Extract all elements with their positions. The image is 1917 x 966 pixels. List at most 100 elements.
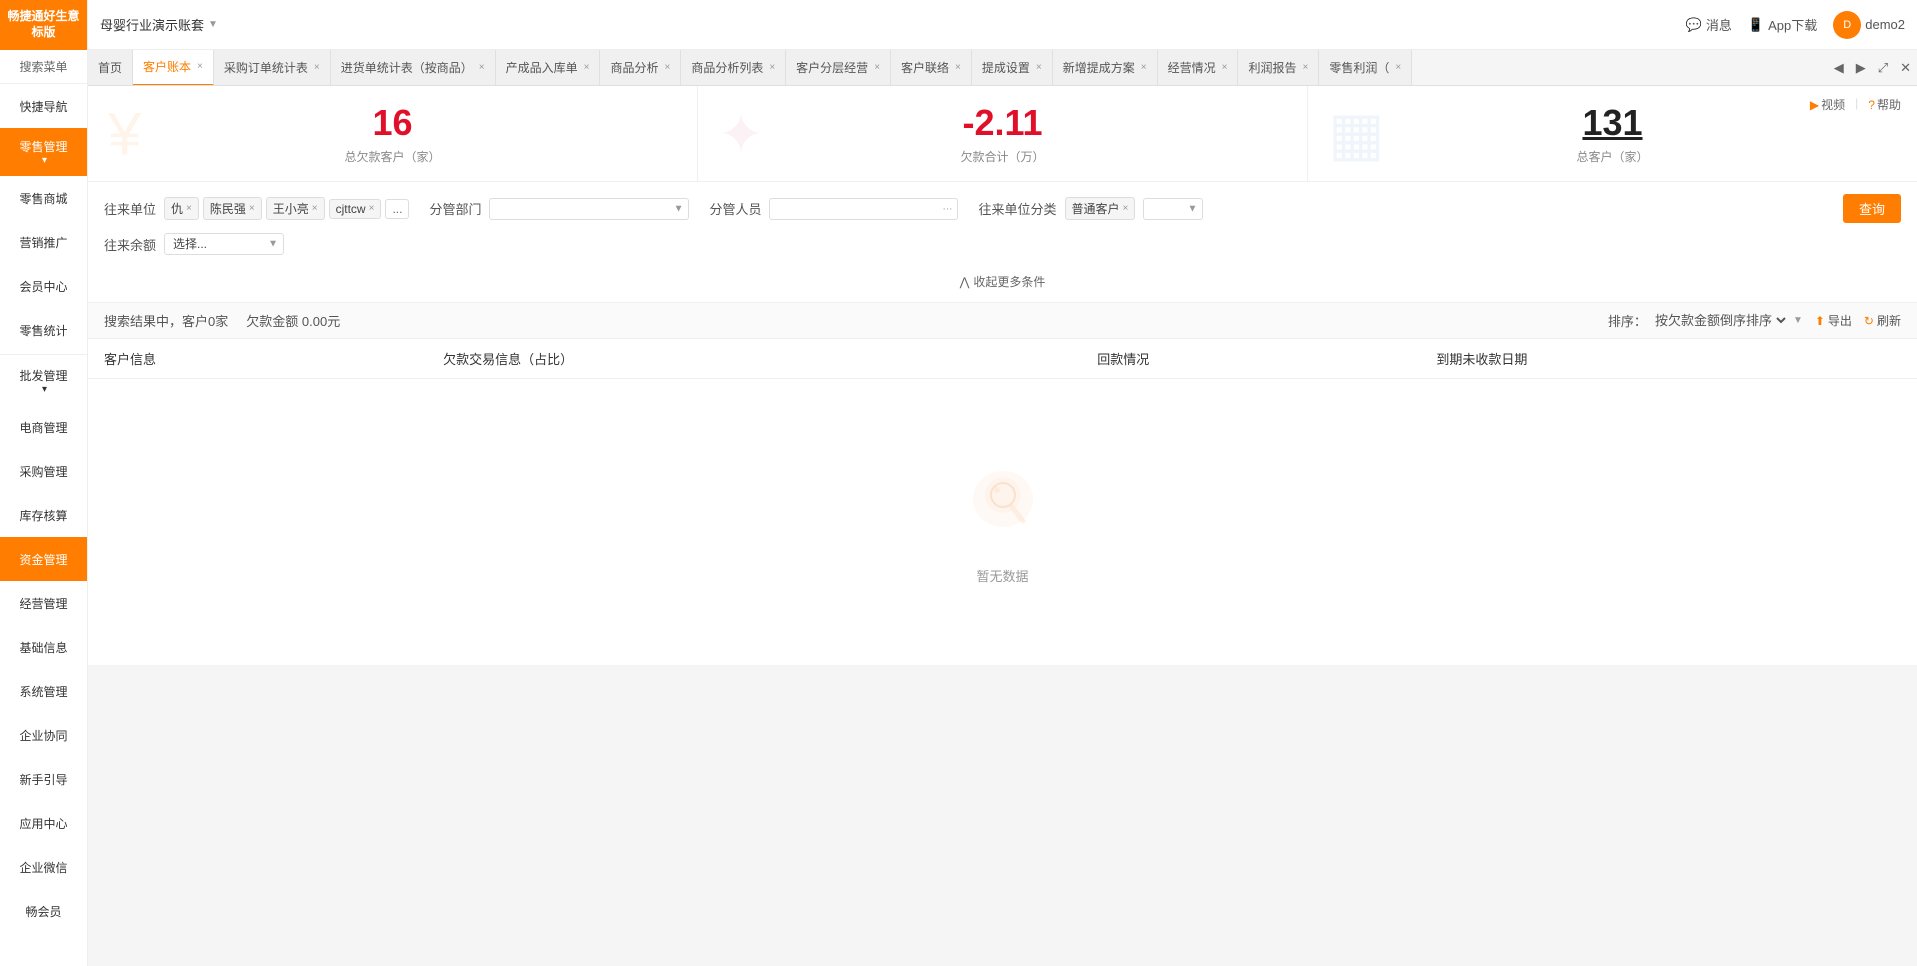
table-header: 客户信息 欠款交易信息（占比） 回款情况 到期未收款日期 (88, 339, 1917, 379)
tab-inbound-stats[interactable]: 进货单统计表（按商品） × (331, 50, 496, 86)
sidebar-item-quick-nav[interactable]: 快捷导航 (0, 84, 87, 128)
tab-customer-book-close[interactable]: × (197, 61, 203, 72)
sort-select[interactable]: 按欠款金额倒序排序 (1651, 312, 1789, 329)
tab-profit-report-close[interactable]: × (1302, 62, 1308, 73)
result-actions: 排序： 按欠款金额倒序排序 ▼ ⬆ 导出 ↻ 刷新 (1608, 311, 1901, 330)
tab-production-inbound[interactable]: 产成品入库单 × (496, 50, 601, 86)
sidebar-item-vip-member[interactable]: 畅会员 (0, 889, 87, 933)
tab-customer-tier-close[interactable]: × (874, 62, 880, 73)
sidebar-item-basic-info[interactable]: 基础信息 (0, 625, 87, 669)
filter-unit-more-btn[interactable]: ... (385, 199, 409, 219)
tab-retail-profit[interactable]: 零售利润（ × (1319, 50, 1412, 86)
sidebar-item-retail-mall[interactable]: 零售商城 (0, 176, 87, 220)
filter-tag-wang-close[interactable]: × (312, 203, 318, 214)
balance-label: 往来余额 (104, 235, 156, 254)
filter-tag-qiu[interactable]: 仇 × (164, 197, 199, 220)
tab-mention-settings-close[interactable]: × (1036, 62, 1042, 73)
sidebar-item-enterprise-coop[interactable]: 企业协同 (0, 713, 87, 757)
sidebar-search-label: 搜索菜单 (19, 60, 67, 74)
tab-prev-btn[interactable]: ◀ (1828, 50, 1850, 86)
result-info: 搜索结果中，客户0家 欠款金额 0.00元 (104, 311, 340, 330)
sidebar-item-ecommerce[interactable]: 电商管理 (0, 405, 87, 449)
message-icon: 💬 (1686, 17, 1702, 33)
message-button[interactable]: 💬 消息 (1686, 15, 1732, 34)
sort-label: 排序： (1608, 311, 1647, 330)
tab-customer-contact[interactable]: 客户联络 × (891, 50, 972, 86)
play-icon: ▶ (1810, 98, 1819, 112)
sidebar-item-wholesale-mgmt[interactable]: 批发管理 ▾ (0, 357, 87, 405)
tab-ops-situation-close[interactable]: × (1222, 62, 1228, 73)
tab-retail-profit-close[interactable]: × (1395, 62, 1401, 73)
tab-product-analysis[interactable]: 商品分析 × (600, 50, 681, 86)
filter-tag-chen[interactable]: 陈民强 × (203, 197, 262, 220)
tab-expand-btn[interactable]: ⤢ (1872, 50, 1894, 86)
sidebar-item-finance[interactable]: 资金管理 (0, 537, 87, 581)
tab-mention-settings[interactable]: 提成设置 × (972, 50, 1053, 86)
table-body: 暂无数据 (88, 379, 1917, 666)
balance-select[interactable]: 选择... (164, 233, 284, 255)
tab-profit-report[interactable]: 利润报告 × (1238, 50, 1319, 86)
filter-unit-tags: 仇 × 陈民强 × 王小亮 × cjttcw × (164, 197, 409, 220)
tab-home[interactable]: 首页 (88, 50, 133, 86)
collapse-btn[interactable]: ⋀ 收起更多条件 (952, 269, 1054, 294)
tab-product-analysis-list[interactable]: 商品分析列表 × (681, 50, 786, 86)
sidebar-item-new-guide[interactable]: 新手引导 (0, 757, 87, 801)
tab-purchase-order-stats[interactable]: 采购订单统计表 × (214, 50, 331, 86)
sidebar-item-system-mgmt[interactable]: 系统管理 (0, 669, 87, 713)
dept-input[interactable] (489, 198, 689, 220)
tab-close-all-btn[interactable]: ✕ (1894, 50, 1917, 86)
dept-label: 分管部门 (429, 199, 481, 218)
export-btn[interactable]: ⬆ 导出 (1815, 312, 1852, 329)
tab-next-btn[interactable]: ▶ (1850, 50, 1872, 86)
query-button[interactable]: 查询 (1843, 194, 1901, 223)
video-help-btn[interactable]: ▶ 视频 (1810, 96, 1845, 113)
category-select[interactable] (1143, 198, 1203, 220)
tab-product-analysis-close[interactable]: × (664, 62, 670, 73)
tabbar: 首页 客户账本 × 采购订单统计表 × 进货单统计表（按商品） × 产成品入库单… (88, 50, 1917, 86)
filter-tag-chen-label: 陈民强 (210, 200, 246, 217)
person-input-more-icon[interactable]: ··· (942, 203, 952, 214)
tab-purchase-order-stats-close[interactable]: × (314, 62, 320, 73)
filter-tag-cjttcw[interactable]: cjttcw × (329, 199, 382, 219)
sidebar-item-inventory[interactable]: 库存核算 (0, 493, 87, 537)
sidebar-item-purchase[interactable]: 采购管理 (0, 449, 87, 493)
sidebar-item-marketing[interactable]: 营销推广 (0, 220, 87, 264)
filter-tag-chen-close[interactable]: × (249, 203, 255, 214)
sidebar-item-retail-mgmt[interactable]: 零售管理 ▾ (0, 128, 87, 176)
filter-tag-normal-customer[interactable]: 普通客户 × (1065, 197, 1136, 220)
stat-credit-customers-value: 16 (372, 102, 412, 144)
tab-customer-contact-close[interactable]: × (955, 62, 961, 73)
export-icon: ⬆ (1815, 314, 1825, 328)
tab-ops-situation[interactable]: 经营情况 × (1158, 50, 1239, 86)
tab-product-analysis-list-close[interactable]: × (769, 62, 775, 73)
filter-tag-cjttcw-close[interactable]: × (369, 203, 375, 214)
tab-new-mention-plan[interactable]: 新增提成方案 × (1053, 50, 1158, 86)
sidebar-item-enterprise-wx[interactable]: 企业微信 (0, 845, 87, 889)
person-input[interactable] (769, 198, 958, 220)
chevron-down-icon-store: ▼ (208, 19, 218, 30)
sidebar-item-ops[interactable]: 经营管理 (0, 581, 87, 625)
tab-customer-book[interactable]: 客户账本 × (133, 50, 214, 86)
unit-label: 往来单位 (104, 199, 156, 218)
sidebar-item-retail-stats[interactable]: 零售统计 (0, 308, 87, 352)
app-download-button[interactable]: 📱 App下载 (1748, 15, 1817, 34)
filter-tag-wang[interactable]: 王小亮 × (266, 197, 325, 220)
text-help-btn[interactable]: ? 帮助 (1868, 96, 1901, 113)
tab-new-mention-plan-close[interactable]: × (1141, 62, 1147, 73)
filter-tag-wang-label: 王小亮 (273, 200, 309, 217)
stat-bg-icon-yuan: ¥ (108, 99, 141, 168)
filter-row-1: 往来单位 仇 × 陈民强 × 王小亮 × (104, 194, 1901, 223)
filter-tag-cjttcw-label: cjttcw (336, 202, 366, 216)
refresh-btn[interactable]: ↻ 刷新 (1864, 312, 1901, 329)
tab-customer-tier[interactable]: 客户分层经营 × (786, 50, 891, 86)
user-profile[interactable]: D demo2 (1833, 11, 1905, 39)
filter-tag-normal-customer-close[interactable]: × (1123, 203, 1129, 214)
store-selector[interactable]: 母婴行业演示账套 ▼ (100, 15, 218, 34)
tab-product-analysis-label: 商品分析 (610, 59, 658, 76)
tab-inbound-stats-close[interactable]: × (479, 62, 485, 73)
tab-production-inbound-close[interactable]: × (584, 62, 590, 73)
sidebar-item-member-center[interactable]: 会员中心 (0, 264, 87, 308)
sidebar-item-app-center[interactable]: 应用中心 (0, 801, 87, 845)
filter-tag-qiu-close[interactable]: × (186, 203, 192, 214)
sidebar-search-item[interactable]: 搜索菜单 (0, 50, 87, 84)
